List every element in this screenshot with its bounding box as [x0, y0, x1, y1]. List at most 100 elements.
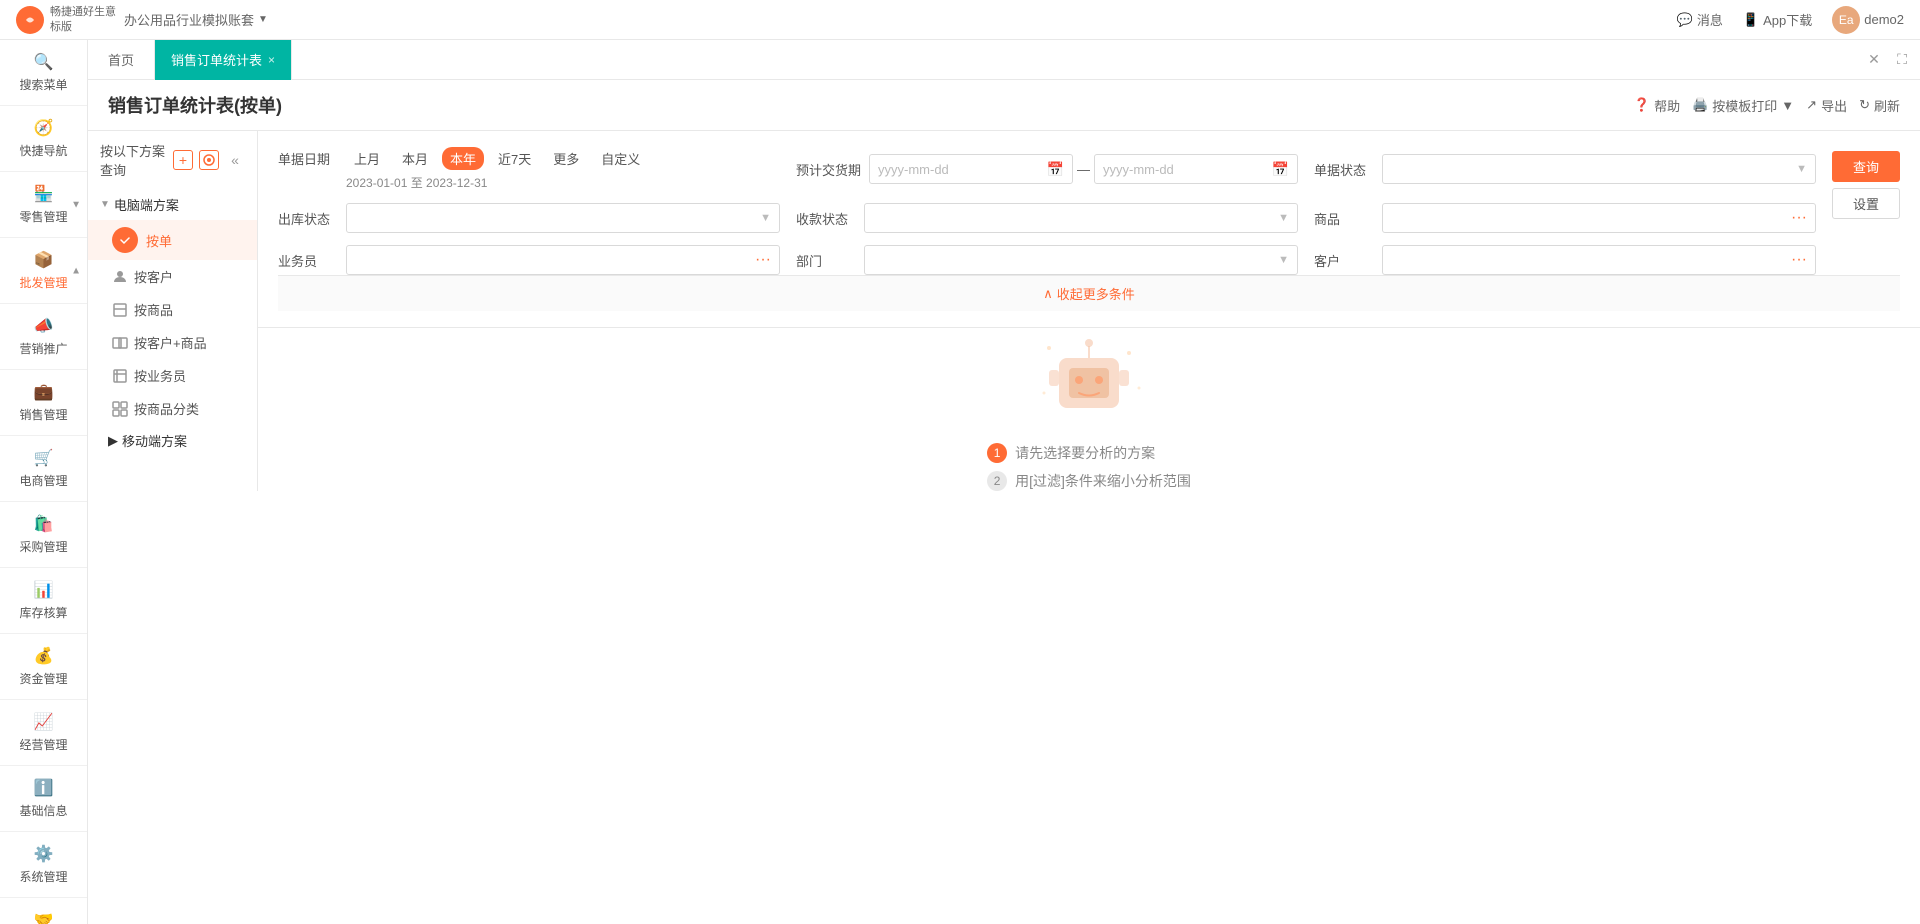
calendar-icon: 📅 — [1047, 161, 1064, 178]
filter-field-bill-status: 单据状态 ▼ — [1314, 154, 1816, 184]
left-panel-icons: + « — [173, 150, 245, 170]
chevron-down-icon: ▼ — [1278, 254, 1289, 266]
expected-date-start[interactable]: yyyy-mm-dd 📅 — [869, 154, 1073, 184]
this-year-button[interactable]: 本年 — [442, 147, 484, 170]
collapse-bar[interactable]: ∧ 收起更多条件 — [278, 275, 1900, 311]
staff-icon — [112, 368, 128, 384]
customer-icon — [112, 269, 128, 285]
department-label: 部门 — [796, 251, 856, 270]
salesman-select[interactable]: ··· — [346, 245, 780, 275]
filter-field-salesman: 业务员 ··· — [278, 245, 780, 275]
sales-icon: 💼 — [34, 382, 54, 402]
sidebar-item-quick-nav[interactable]: 🧭 快捷导航 — [0, 106, 87, 172]
filter-field-expected-date: 预计交货期 yyyy-mm-dd 📅 — — [796, 154, 1298, 184]
combo-icon — [112, 335, 128, 351]
app-download-button[interactable]: 📱 App下载 — [1743, 10, 1812, 29]
tab-bar: 首页 销售订单统计表 × ✕ ⛶ — [88, 40, 1920, 80]
scheme-item-按商品分类[interactable]: 按商品分类 — [88, 392, 257, 425]
edit-scheme-button[interactable] — [199, 150, 219, 170]
scheme-item-按客户+商品[interactable]: 按客户+商品 — [88, 326, 257, 359]
scheme-item-按商品[interactable]: 按商品 — [88, 293, 257, 326]
compass-icon: 🧭 — [34, 118, 54, 138]
last-month-button[interactable]: 上月 — [346, 147, 388, 170]
maximize-window-button[interactable]: ⛶ — [1892, 50, 1912, 70]
last7-button[interactable]: 近7天 — [490, 147, 539, 170]
custom-date-button[interactable]: 自定义 — [593, 147, 648, 170]
sidebar-item-retail[interactable]: 🏪 零售管理 ▼ — [0, 172, 87, 238]
basic-icon: ℹ️ — [34, 778, 54, 798]
customer-select[interactable]: ··· — [1382, 245, 1816, 275]
message-button[interactable]: 💬 消息 — [1677, 10, 1723, 29]
pc-scheme-group[interactable]: ▼ 电脑端方案 — [88, 189, 257, 220]
header-left: 畅捷通好生意 标版 办公用品行业模拟账套 ▼ — [16, 5, 268, 34]
calendar-icon: 📅 — [1272, 161, 1289, 178]
mobile-scheme-group[interactable]: ▶ 移动端方案 — [88, 425, 257, 456]
bill-status-label: 单据状态 — [1314, 160, 1374, 179]
chevron-down-icon: ▼ — [1278, 212, 1289, 224]
print-chevron-icon: ▼ — [1781, 98, 1794, 113]
sidebar-item-operations[interactable]: 📈 经营管理 — [0, 700, 87, 766]
bill-status-select[interactable]: ▼ — [1382, 154, 1816, 184]
print-button[interactable]: 🖨️ 按模板打印 ▼ — [1692, 96, 1794, 115]
sidebar-item-cooperation[interactable]: 🤝 企业协同 — [0, 898, 87, 924]
filter-row-status: 出库状态 ▼ 收款状态 — [278, 203, 1816, 233]
hint-number-2: 2 — [987, 471, 1007, 491]
sidebar-item-purchase[interactable]: 🛍️ 采购管理 — [0, 502, 87, 568]
hint-item-2: 2 用[过滤]条件来缩小分析范围 — [987, 471, 1191, 491]
tab-sales-order-stats[interactable]: 销售订单统计表 × — [155, 40, 292, 80]
add-scheme-button[interactable]: + — [173, 150, 193, 170]
expected-date-label: 预计交货期 — [796, 160, 861, 179]
sidebar: 🔍 搜索菜单 🧭 快捷导航 🏪 零售管理 ▼ 📦 批发管理 ▲ 📣 营销推广 💼… — [0, 40, 88, 924]
export-icon: ↗ — [1806, 97, 1817, 113]
product-select[interactable]: ··· — [1382, 203, 1816, 233]
sidebar-item-search-menu[interactable]: 🔍 搜索菜单 — [0, 40, 87, 106]
download-icon: 📱 — [1743, 12, 1759, 28]
expected-date-range: yyyy-mm-dd 📅 — yyyy-mm-dd 📅 — [869, 154, 1298, 184]
close-tab-button[interactable]: × — [268, 53, 275, 67]
top-header: 畅捷通好生意 标版 办公用品行业模拟账套 ▼ 💬 消息 📱 App下载 Ea d… — [0, 0, 1920, 40]
sidebar-item-inventory[interactable]: 📊 库存核算 — [0, 568, 87, 634]
expected-date-end[interactable]: yyyy-mm-dd 📅 — [1094, 154, 1298, 184]
active-scheme-indicator — [112, 227, 138, 253]
data-area: 1 请先选择要分析的方案 2 用[过滤]条件来缩小分析范围 — [258, 328, 1920, 491]
sidebar-item-sales[interactable]: 💼 销售管理 — [0, 370, 87, 436]
collapse-panel-button[interactable]: « — [225, 150, 245, 170]
more-date-button[interactable]: 更多 — [545, 147, 587, 170]
app-selector[interactable]: 办公用品行业模拟账套 ▼ — [124, 10, 268, 29]
user-menu[interactable]: Ea demo2 — [1832, 6, 1904, 34]
close-window-button[interactable]: ✕ — [1864, 50, 1884, 70]
date-filter-label: 单据日期 — [278, 149, 338, 168]
product-icon — [112, 302, 128, 318]
empty-hint: 1 请先选择要分析的方案 2 用[过滤]条件来缩小分析范围 — [987, 443, 1191, 491]
department-select[interactable]: ▼ — [864, 245, 1298, 275]
sidebar-item-basic[interactable]: ℹ️ 基础信息 — [0, 766, 87, 832]
scheme-item-按业务员[interactable]: 按业务员 — [88, 359, 257, 392]
avatar: Ea — [1832, 6, 1860, 34]
more-options-icon: ··· — [1791, 209, 1807, 227]
scheme-item-按单[interactable]: 按单 — [88, 220, 257, 260]
settings-button[interactable]: 设置 — [1832, 188, 1900, 219]
export-button[interactable]: ↗ 导出 — [1806, 96, 1847, 115]
ship-status-select[interactable]: ▼ — [346, 203, 780, 233]
help-icon: ❓ — [1634, 97, 1650, 113]
date-range-text: 2023-01-01 至 2023-12-31 — [278, 174, 487, 191]
scheme-item-按客户[interactable]: 按客户 — [88, 260, 257, 293]
receipt-status-select[interactable]: ▼ — [864, 203, 1298, 233]
this-month-button[interactable]: 本月 — [394, 147, 436, 170]
filter-area: 单据日期 上月 本月 本年 近7天 更多 自定义 — [258, 131, 1920, 328]
filter-field-customer: 客户 ··· — [1314, 245, 1816, 275]
search-button[interactable]: 查询 — [1832, 151, 1900, 182]
refresh-button[interactable]: ↻ 刷新 — [1859, 96, 1900, 115]
purchase-icon: 🛍️ — [34, 514, 54, 534]
more-options-icon: ··· — [755, 251, 771, 269]
sidebar-item-wholesale[interactable]: 📦 批发管理 ▲ — [0, 238, 87, 304]
sidebar-item-finance[interactable]: 💰 资金管理 — [0, 634, 87, 700]
sidebar-item-ecommerce[interactable]: 🛒 电商管理 — [0, 436, 87, 502]
chevron-down-icon: ▼ — [1796, 163, 1807, 175]
product-label: 商品 — [1314, 209, 1374, 228]
help-button[interactable]: ❓ 帮助 — [1634, 96, 1680, 115]
tab-home[interactable]: 首页 — [88, 40, 155, 80]
page-header: 销售订单统计表(按单) ❓ 帮助 🖨️ 按模板打印 ▼ ↗ 导出 — [88, 80, 1920, 131]
sidebar-item-system[interactable]: ⚙️ 系统管理 — [0, 832, 87, 898]
sidebar-item-marketing[interactable]: 📣 营销推广 — [0, 304, 87, 370]
